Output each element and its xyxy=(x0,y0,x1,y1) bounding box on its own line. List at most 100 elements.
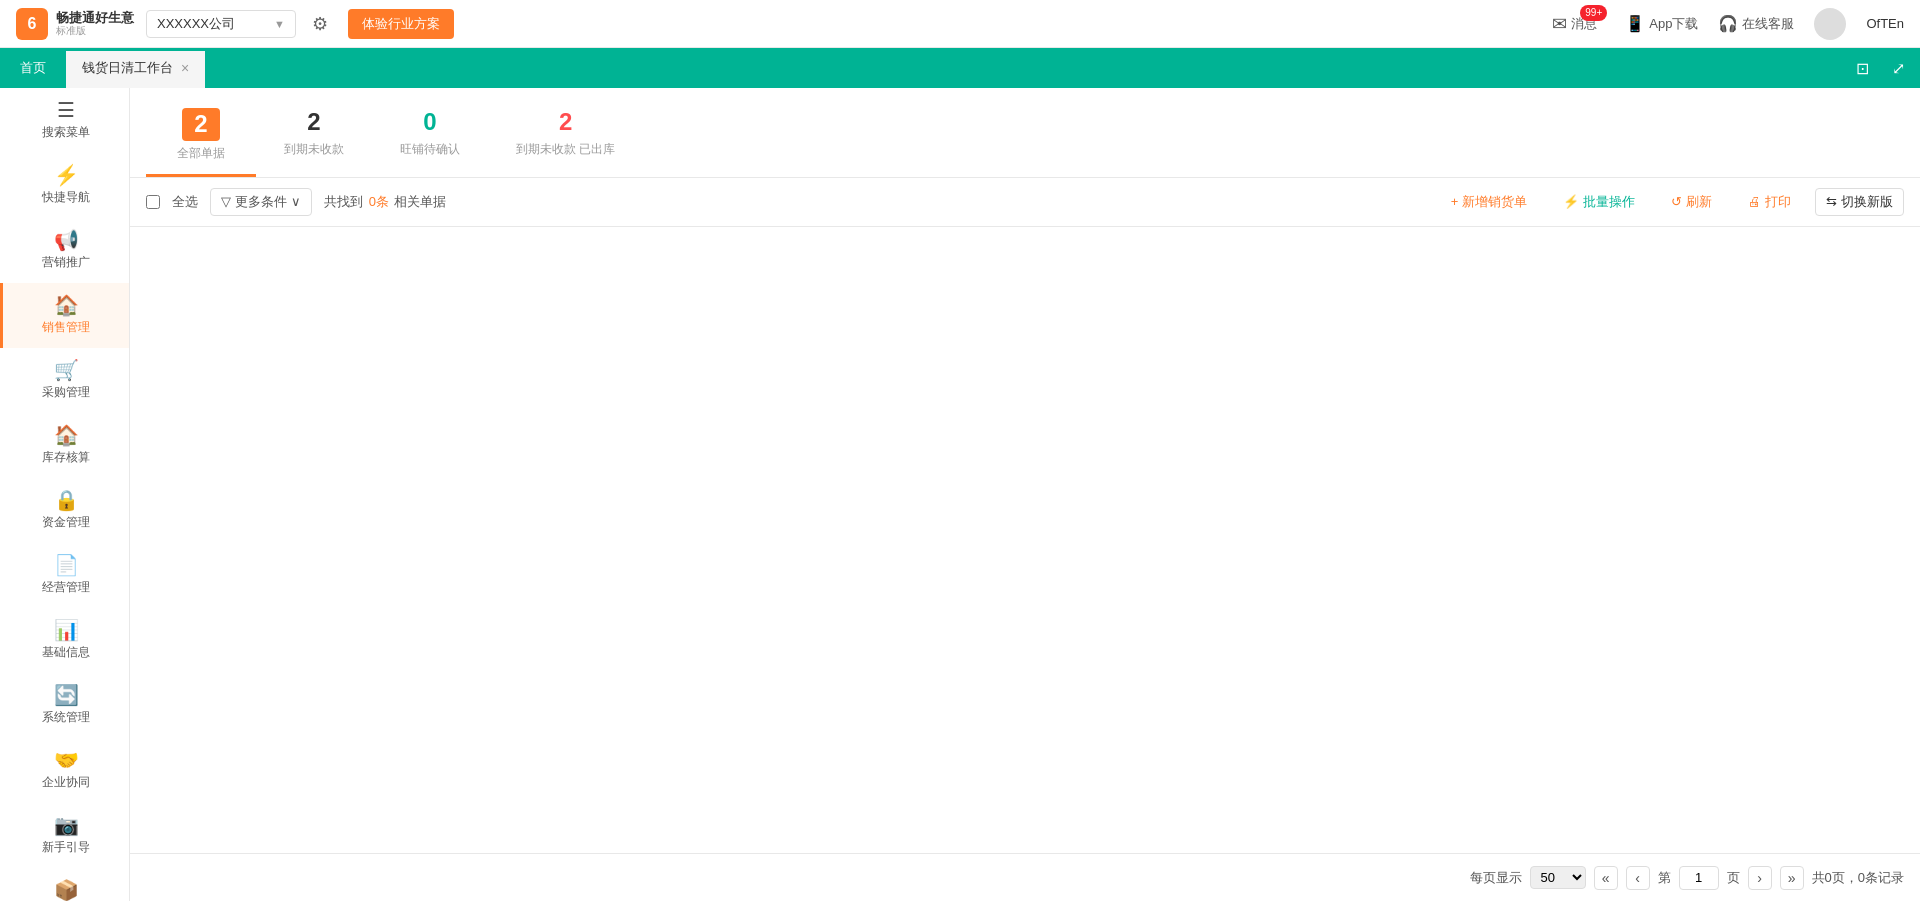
last-page-button[interactable]: » xyxy=(1780,866,1804,890)
sidebar-item-operations[interactable]: 📄 经营管理 xyxy=(0,543,129,608)
app-title: 畅捷通好生意 xyxy=(56,10,134,26)
prev-page-button[interactable]: ‹ xyxy=(1626,866,1650,890)
select-all-label: 全选 xyxy=(172,193,198,211)
sidebar-item-sales[interactable]: 🏠 销售管理 xyxy=(0,283,129,348)
finance-icon: 🔒 xyxy=(54,490,79,510)
stats-tab-all[interactable]: 2 全部单据 xyxy=(146,100,256,177)
app-download-button[interactable]: 📱 App下载 xyxy=(1625,14,1698,33)
tab-home[interactable]: 首页 xyxy=(0,48,66,88)
sidebar-label-marketing: 营销推广 xyxy=(42,254,90,271)
phone-icon: 📱 xyxy=(1625,14,1645,33)
refresh-icon: ↺ xyxy=(1671,194,1682,209)
sidebar-label-inventory: 库存核算 xyxy=(42,449,90,466)
sidebar-label-guide: 新手引导 xyxy=(42,839,90,856)
company-selector[interactable]: XXXXXX公司 ▼ xyxy=(146,10,296,38)
sidebar-item-finance[interactable]: 🔒 资金管理 xyxy=(0,478,129,543)
switch-version-button[interactable]: ⇆ 切换新版 xyxy=(1815,188,1904,216)
system-icon: 🔄 xyxy=(54,685,79,705)
operations-icon: 📄 xyxy=(54,555,79,575)
page-label: 第 xyxy=(1658,869,1671,887)
app-download-label: App下载 xyxy=(1649,15,1698,33)
stats-label-all: 全部单据 xyxy=(177,145,225,162)
tab-bar-actions: ⊡ ⤢ xyxy=(1848,54,1920,82)
first-page-button[interactable]: « xyxy=(1594,866,1618,890)
cooperation-icon: 🤝 xyxy=(54,750,79,770)
stats-num-overdue-shipped: 2 xyxy=(559,108,572,137)
stats-label-overdue: 到期未收款 xyxy=(284,141,344,158)
sidebar-label-quick-nav: 快捷导航 xyxy=(42,189,90,206)
main-layout: ☰ 搜索菜单 ⚡ 快捷导航 📢 营销推广 🏠 销售管理 🛒 采购管理 🏠 库存核… xyxy=(0,88,1920,901)
sidebar-item-search-menu[interactable]: ☰ 搜索菜单 xyxy=(0,88,129,153)
sidebar-label-cooperation: 企业协同 xyxy=(42,774,90,791)
refresh-button[interactable]: ↺ 刷新 xyxy=(1659,188,1724,216)
sidebar-item-guide[interactable]: 📷 新手引导 xyxy=(0,803,129,868)
avatar[interactable] xyxy=(1814,8,1846,40)
sidebar-item-quick-nav[interactable]: ⚡ 快捷导航 xyxy=(0,153,129,218)
batch-button[interactable]: ⚡ 批量操作 xyxy=(1551,188,1647,216)
sidebar-item-cooperation[interactable]: 🤝 企业协同 xyxy=(0,738,129,803)
filter-button[interactable]: ▽ 更多条件 ∨ xyxy=(210,188,312,216)
trial-button[interactable]: 体验行业方案 xyxy=(348,9,454,39)
tab-close-icon[interactable]: × xyxy=(181,60,189,76)
sidebar-item-marketing[interactable]: 📢 营销推广 xyxy=(0,218,129,283)
first-page-icon: « xyxy=(1602,870,1610,886)
headset-icon: 🎧 xyxy=(1718,14,1738,33)
stats-tab-overdue-shipped[interactable]: 2 到期未收款 已出库 xyxy=(488,100,643,177)
user-name: OfTEn xyxy=(1866,16,1904,31)
stats-num-overdue: 2 xyxy=(307,108,320,137)
tab-bar: 首页 钱货日清工作台 × ⊡ ⤢ xyxy=(0,48,1920,88)
sidebar-item-app-center[interactable]: 📦 应用中心 xyxy=(0,868,129,901)
company-name: XXXXXX公司 xyxy=(157,15,235,33)
toolbar: 全选 ▽ 更多条件 ∨ 共找到 0条 相关单据 + 新增销货单 ⚡ 批量操作 xyxy=(130,178,1920,227)
stats-tab-overdue[interactable]: 2 到期未收款 xyxy=(256,100,372,177)
settings-button[interactable]: ⚙ xyxy=(304,8,336,40)
basic-info-icon: 📊 xyxy=(54,620,79,640)
top-right-area: ✉ 消息 99+ 📱 App下载 🎧 在线客服 OfTEn xyxy=(1552,8,1904,40)
select-all-checkbox[interactable] xyxy=(146,195,160,209)
chevron-down-icon: ▼ xyxy=(274,18,285,30)
message-button[interactable]: ✉ 消息 99+ xyxy=(1552,13,1597,35)
tab-minimize-button[interactable]: ⊡ xyxy=(1848,54,1876,82)
sidebar-label-sales: 销售管理 xyxy=(42,319,90,336)
filter-label: 更多条件 xyxy=(235,193,287,211)
tab-daily-work[interactable]: 钱货日清工作台 × xyxy=(66,48,205,88)
per-page-select[interactable]: 10 20 50 100 xyxy=(1530,866,1586,889)
sidebar: ☰ 搜索菜单 ⚡ 快捷导航 📢 营销推广 🏠 销售管理 🛒 采购管理 🏠 库存核… xyxy=(0,88,130,901)
service-label: 在线客服 xyxy=(1742,15,1794,33)
sidebar-item-inventory[interactable]: 🏠 库存核算 xyxy=(0,413,129,478)
pagination: 每页显示 10 20 50 100 « ‹ 第 页 › » 共0页，0条记录 xyxy=(130,853,1920,901)
batch-icon: ⚡ xyxy=(1563,194,1579,209)
per-page-label: 每页显示 xyxy=(1470,869,1522,887)
page-input[interactable] xyxy=(1679,866,1719,890)
new-order-button[interactable]: + 新增销货单 xyxy=(1439,188,1539,216)
found-text: 共找到 0条 相关单据 xyxy=(324,193,446,211)
stats-label-overdue-shipped: 到期未收款 已出库 xyxy=(516,141,615,158)
inventory-icon: 🏠 xyxy=(54,425,79,445)
stats-tabs: 2 全部单据 2 到期未收款 0 旺铺待确认 2 到期未收款 已出库 xyxy=(130,88,1920,178)
maximize-icon: ⤢ xyxy=(1892,59,1905,78)
stats-tab-pending[interactable]: 0 旺铺待确认 xyxy=(372,100,488,177)
sidebar-label-basic-info: 基础信息 xyxy=(42,644,90,661)
purchase-icon: 🛒 xyxy=(54,360,79,380)
sidebar-item-purchase[interactable]: 🛒 采购管理 xyxy=(0,348,129,413)
stats-num-pending: 0 xyxy=(423,108,436,137)
stats-num-all: 2 xyxy=(182,108,219,141)
sidebar-label-purchase: 采购管理 xyxy=(42,384,90,401)
sidebar-label-search-menu: 搜索菜单 xyxy=(42,124,90,141)
tab-maximize-button[interactable]: ⤢ xyxy=(1884,54,1912,82)
app-version: 标准版 xyxy=(56,25,134,37)
gear-icon: ⚙ xyxy=(312,13,328,35)
app-center-icon: 📦 xyxy=(54,880,79,900)
page-total: 共0页，0条记录 xyxy=(1812,869,1904,887)
marketing-icon: 📢 xyxy=(54,230,79,250)
sidebar-label-system: 系统管理 xyxy=(42,709,90,726)
print-button[interactable]: 🖨 打印 xyxy=(1736,188,1803,216)
print-icon: 🖨 xyxy=(1748,194,1761,209)
search-menu-icon: ☰ xyxy=(57,100,75,120)
sidebar-item-basic-info[interactable]: 📊 基础信息 xyxy=(0,608,129,673)
sidebar-item-system[interactable]: 🔄 系统管理 xyxy=(0,673,129,738)
online-service-button[interactable]: 🎧 在线客服 xyxy=(1718,14,1794,33)
next-page-button[interactable]: › xyxy=(1748,866,1772,890)
found-count: 0条 xyxy=(369,194,389,209)
app-logo: 6 xyxy=(16,8,48,40)
